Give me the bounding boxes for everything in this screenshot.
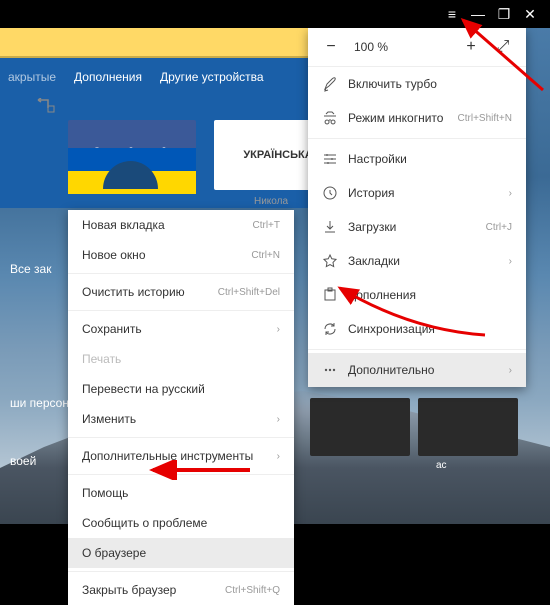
chevron-right-icon: › <box>277 451 280 462</box>
menu-downloads-shortcut: Ctrl+J <box>486 222 512 233</box>
menu-more[interactable]: Дополнительно › <box>308 353 526 387</box>
submenu-about-label: О браузере <box>82 546 280 560</box>
side-bookmarks[interactable]: Все зак <box>10 262 51 276</box>
submenu-dev-tools-label: Дополнительные инструменты <box>82 449 277 463</box>
menu-incognito-shortcut: Ctrl+Shift+N <box>458 113 512 124</box>
submenu-edit-label: Изменить <box>82 412 277 426</box>
submenu-help-label: Помощь <box>82 486 280 500</box>
dark-tile-2-label: ас <box>436 460 447 471</box>
menu-downloads[interactable]: Загрузки Ctrl+J <box>308 210 526 244</box>
submenu-help[interactable]: Помощь <box>68 478 294 508</box>
submenu-dev-tools[interactable]: Дополнительные инструменты › <box>68 441 294 471</box>
submenu-translate-label: Перевести на русский <box>82 382 280 396</box>
menu-addons-label: Дополнения <box>348 288 512 302</box>
enter-icon <box>36 98 56 114</box>
submenu-close-browser[interactable]: Закрыть браузер Ctrl+Shift+Q <box>68 575 294 605</box>
puzzle-icon <box>322 287 338 303</box>
tab-links: акрытые Дополнения Другие устройства <box>0 58 310 84</box>
history-icon <box>322 185 338 201</box>
submenu-clear-history-shortcut: Ctrl+Shift+Del <box>218 287 280 298</box>
close-window-button[interactable]: ✕ <box>518 2 542 26</box>
zoom-value: 100 % <box>354 40 448 54</box>
submenu-report-label: Сообщить о проблеме <box>82 516 280 530</box>
menu-downloads-label: Загрузки <box>348 220 476 234</box>
menu-bookmarks-label: Закладки <box>348 254 499 268</box>
submenu-new-tab[interactable]: Новая вкладка Ctrl+T <box>68 210 294 240</box>
submenu-clear-history-label: Очистить историю <box>82 285 218 299</box>
dots-icon <box>322 362 338 378</box>
submenu-clear-history[interactable]: Очистить историю Ctrl+Shift+Del <box>68 277 294 307</box>
submenu-about[interactable]: О браузере <box>68 538 294 568</box>
chevron-right-icon: › <box>509 256 512 267</box>
submenu-close-browser-shortcut: Ctrl+Shift+Q <box>225 585 280 596</box>
tab-closed[interactable]: акрытые <box>8 70 56 84</box>
chevron-right-icon: › <box>277 324 280 335</box>
submenu-close-browser-label: Закрыть браузер <box>82 583 225 597</box>
submenu-new-tab-shortcut: Ctrl+T <box>253 220 281 231</box>
submenu-save[interactable]: Сохранить › <box>68 314 294 344</box>
dark-tile-2[interactable] <box>418 398 518 456</box>
sliders-icon <box>322 151 338 167</box>
menu-history[interactable]: История › <box>308 176 526 210</box>
menu-incognito[interactable]: Режим инкогнито Ctrl+Shift+N <box>308 101 526 135</box>
tile-airline[interactable] <box>68 148 196 194</box>
minimize-button[interactable]: — <box>466 2 490 26</box>
zoom-controls: − 100 % + ⤢ <box>308 28 526 67</box>
menu-addons[interactable]: Дополнения <box>308 278 526 312</box>
submenu-edit[interactable]: Изменить › <box>68 404 294 434</box>
submenu-new-tab-label: Новая вкладка <box>82 218 253 232</box>
submenu-new-window-label: Новое окно <box>82 248 251 262</box>
window-titlebar: ≡ — ❐ ✕ <box>432 0 550 28</box>
menu-history-label: История <box>348 186 499 200</box>
menu-turbo[interactable]: Включить турбо <box>308 67 526 101</box>
submenu-print[interactable]: Печать <box>68 344 294 374</box>
download-icon <box>322 219 338 235</box>
submenu-report[interactable]: Сообщить о проблеме <box>68 508 294 538</box>
side-yours: воей <box>10 454 36 468</box>
sync-icon <box>322 321 338 337</box>
menu-turbo-label: Включить турбо <box>348 77 512 91</box>
menu-bookmarks[interactable]: Закладки › <box>308 244 526 278</box>
menu-settings[interactable]: Настройки <box>308 142 526 176</box>
chevron-right-icon: › <box>509 188 512 199</box>
tab-devices[interactable]: Другие устройства <box>160 70 264 84</box>
rocket-icon <box>322 76 338 92</box>
tab-addons[interactable]: Дополнения <box>74 70 142 84</box>
menu-incognito-label: Режим инкогнито <box>348 111 448 125</box>
sub-menu: Новая вкладка Ctrl+T Новое окно Ctrl+N О… <box>68 210 294 605</box>
user-label: Никола <box>254 196 288 207</box>
menu-more-label: Дополнительно <box>348 363 499 377</box>
zoom-in-button[interactable]: + <box>462 38 480 56</box>
hamburger-menu-button[interactable]: ≡ <box>440 2 464 26</box>
chevron-right-icon: › <box>509 365 512 376</box>
incognito-icon <box>322 110 338 126</box>
address-bar-area <box>0 28 315 58</box>
menu-sync-label: Синхронизация <box>348 322 512 336</box>
menu-sync[interactable]: Синхронизация <box>308 312 526 346</box>
chevron-right-icon: › <box>277 414 280 425</box>
fullscreen-button[interactable]: ⤢ <box>494 38 512 56</box>
main-menu: − 100 % + ⤢ Включить турбо Режим инкогни… <box>308 28 526 387</box>
submenu-new-window[interactable]: Новое окно Ctrl+N <box>68 240 294 270</box>
submenu-translate[interactable]: Перевести на русский <box>68 374 294 404</box>
maximize-button[interactable]: ❐ <box>492 2 516 26</box>
dark-tile-1[interactable] <box>310 398 410 456</box>
star-icon <box>322 253 338 269</box>
submenu-new-window-shortcut: Ctrl+N <box>251 250 280 261</box>
submenu-save-label: Сохранить <box>82 322 277 336</box>
submenu-print-label: Печать <box>82 352 280 366</box>
menu-settings-label: Настройки <box>348 152 512 166</box>
zoom-out-button[interactable]: − <box>322 38 340 56</box>
